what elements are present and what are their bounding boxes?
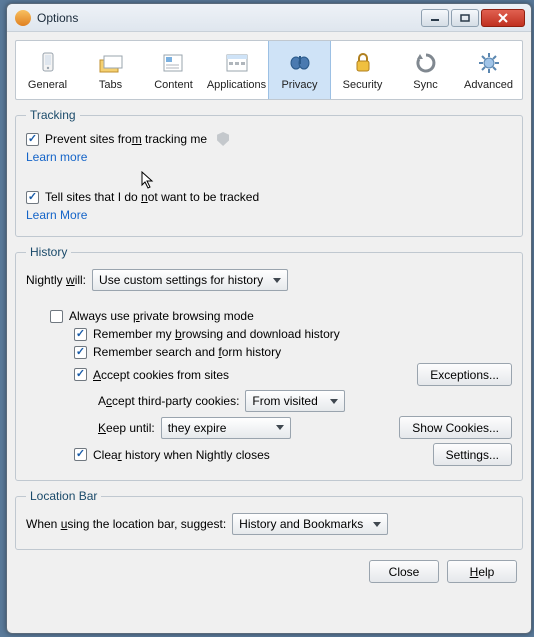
tab-privacy[interactable]: Privacy <box>268 41 331 99</box>
options-window: Options General Tabs Content Applicatio <box>6 3 532 634</box>
tab-label: Privacy <box>281 79 317 91</box>
location-bar-legend: Location Bar <box>26 489 101 503</box>
tab-content[interactable]: Content <box>142 41 205 99</box>
tab-advanced[interactable]: Advanced <box>457 41 520 99</box>
tab-label: Applications <box>207 79 266 91</box>
location-bar-group: Location Bar When using the location bar… <box>15 489 523 550</box>
shield-icon <box>217 132 229 146</box>
applications-icon <box>224 50 250 76</box>
close-window-button[interactable] <box>481 9 525 27</box>
keep-until-label: Keep until: <box>98 421 155 435</box>
history-mode-value: Use custom settings for history <box>99 273 263 287</box>
show-cookies-button[interactable]: Show Cookies... <box>399 416 512 439</box>
suggest-label: When using the location bar, suggest: <box>26 517 226 531</box>
titlebar[interactable]: Options <box>7 4 531 32</box>
clear-on-close-checkbox[interactable] <box>74 448 87 461</box>
keep-until-select[interactable]: they expire <box>161 417 291 439</box>
content-icon <box>161 50 187 76</box>
history-legend: History <box>26 245 71 259</box>
tab-general[interactable]: General <box>16 41 79 99</box>
prevent-tracking-checkbox[interactable] <box>26 133 39 146</box>
suggest-value: History and Bookmarks <box>239 517 363 531</box>
tab-label: Tabs <box>99 79 122 91</box>
accept-cookies-label: Accept cookies from sites <box>93 368 229 382</box>
remember-browsing-label: Remember my browsing and download histor… <box>93 327 340 341</box>
dnt-label: Tell sites that I do not want to be trac… <box>45 190 259 204</box>
window-buttons <box>421 9 525 27</box>
exceptions-button[interactable]: Exceptions... <box>417 363 512 386</box>
tab-label: Security <box>343 79 383 91</box>
remember-browsing-checkbox[interactable] <box>74 328 87 341</box>
tab-label: Sync <box>413 79 437 91</box>
learn-more-link-2[interactable]: Learn More <box>26 208 87 222</box>
app-icon <box>15 10 31 26</box>
dialog-footer: Close Help <box>15 550 523 587</box>
tab-tabs[interactable]: Tabs <box>79 41 142 99</box>
tab-applications[interactable]: Applications <box>205 41 268 99</box>
third-party-label: Accept third-party cookies: <box>98 394 239 408</box>
tracking-group: Tracking Prevent sites from tracking me … <box>15 108 523 237</box>
minimize-button[interactable] <box>421 9 449 27</box>
tracking-legend: Tracking <box>26 108 80 122</box>
tabs-icon <box>98 50 124 76</box>
clear-on-close-label: Clear history when Nightly closes <box>93 448 270 462</box>
always-private-label: Always use private browsing mode <box>69 309 254 323</box>
nightly-will-label: Nightly will: <box>26 273 86 287</box>
keep-until-value: they expire <box>168 421 227 435</box>
accept-cookies-checkbox[interactable] <box>74 368 87 381</box>
general-icon <box>35 50 61 76</box>
third-party-select[interactable]: From visited <box>245 390 345 412</box>
tab-label: Advanced <box>464 79 513 91</box>
history-mode-select[interactable]: Use custom settings for history <box>92 269 288 291</box>
history-group: History Nightly will: Use custom setting… <box>15 245 523 481</box>
privacy-icon <box>287 50 313 76</box>
category-toolbar: General Tabs Content Applications Privac… <box>15 40 523 100</box>
tab-sync[interactable]: Sync <box>394 41 457 99</box>
close-button[interactable]: Close <box>369 560 439 583</box>
prevent-tracking-label: Prevent sites from tracking me <box>45 132 207 146</box>
remember-search-checkbox[interactable] <box>74 346 87 359</box>
security-icon <box>350 50 376 76</box>
tab-label: Content <box>154 79 193 91</box>
sync-icon <box>413 50 439 76</box>
remember-search-label: Remember search and form history <box>93 345 281 359</box>
tab-security[interactable]: Security <box>331 41 394 99</box>
maximize-button[interactable] <box>451 9 479 27</box>
always-private-checkbox[interactable] <box>50 310 63 323</box>
learn-more-link-1[interactable]: Learn more <box>26 150 87 164</box>
suggest-select[interactable]: History and Bookmarks <box>232 513 388 535</box>
content-area: General Tabs Content Applications Privac… <box>7 32 531 633</box>
dnt-checkbox[interactable] <box>26 191 39 204</box>
help-button[interactable]: Help <box>447 560 517 583</box>
advanced-icon <box>476 50 502 76</box>
clear-settings-button[interactable]: Settings... <box>433 443 512 466</box>
window-title: Options <box>37 11 421 25</box>
third-party-value: From visited <box>252 394 317 408</box>
tab-label: General <box>28 79 67 91</box>
